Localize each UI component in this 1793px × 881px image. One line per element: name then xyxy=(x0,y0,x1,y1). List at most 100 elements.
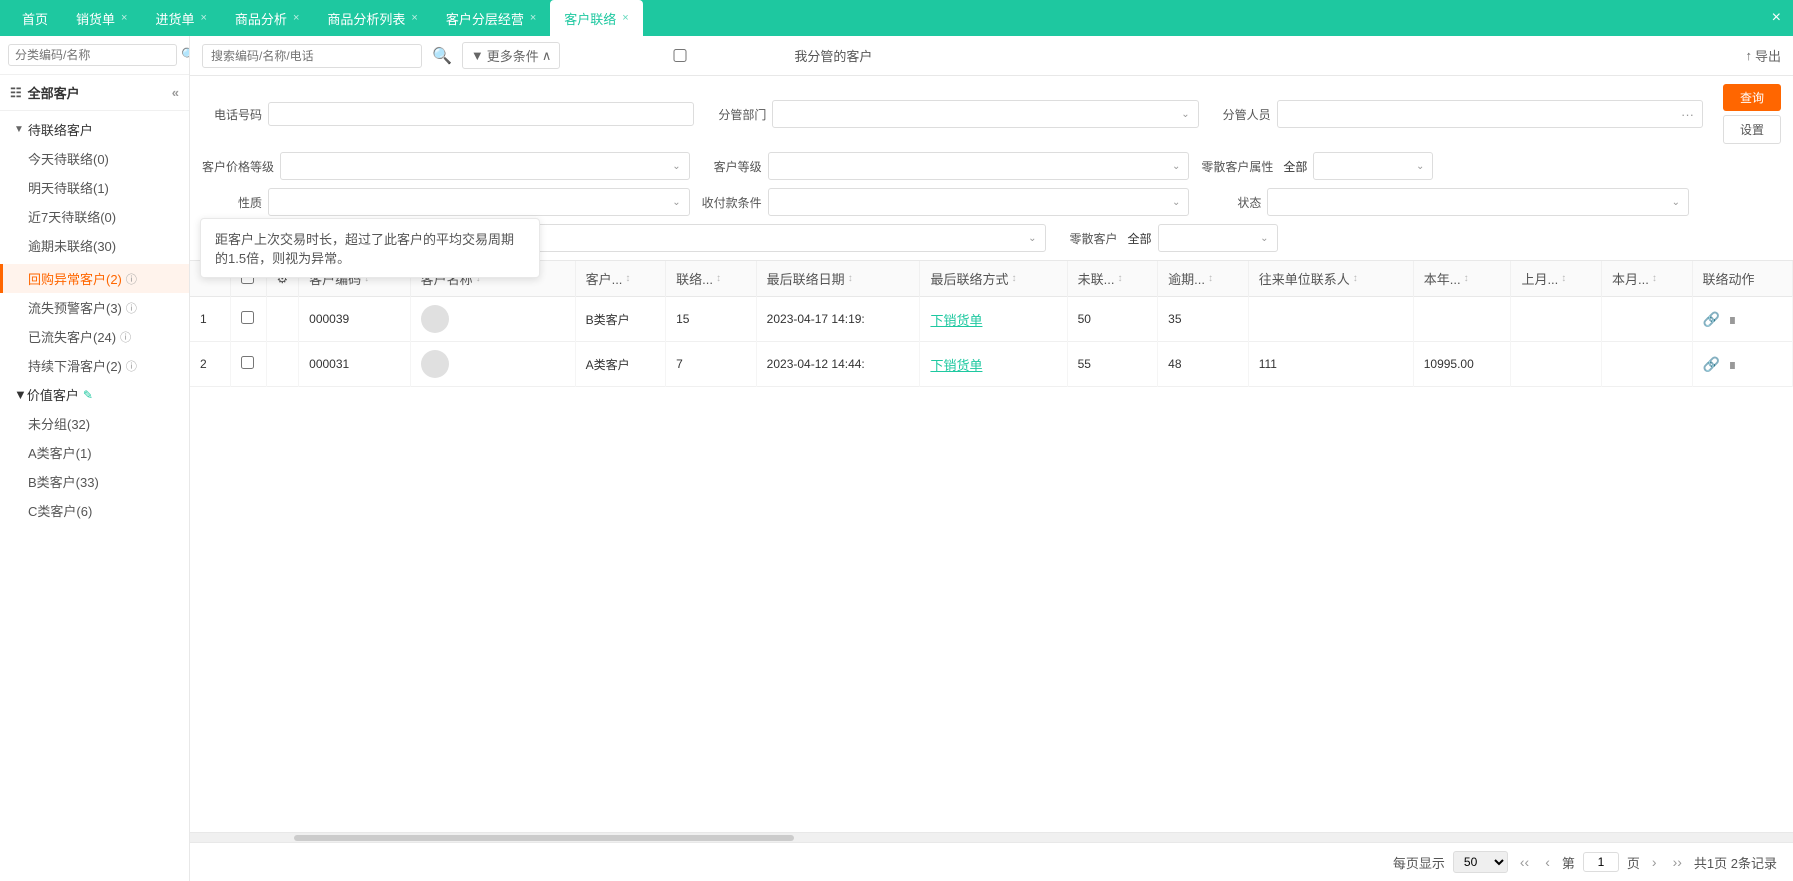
status-select[interactable]: ⌄ xyxy=(1267,188,1689,216)
help-icon-churn-warning[interactable]: ⓘ xyxy=(126,300,137,316)
sidebar-item-declining[interactable]: 持续下滑客户(2) ⓘ xyxy=(0,351,189,380)
retail-customer-select[interactable]: ⌄ xyxy=(1158,224,1278,252)
row1-contact-way-link[interactable]: 下销货单 xyxy=(930,313,982,328)
sidebar-item-today[interactable]: 今天待联络(0) xyxy=(0,144,189,173)
retail-attr-select[interactable]: ⌄ xyxy=(1313,152,1433,180)
row2-grid-action-icon[interactable]: ∎ xyxy=(1728,356,1737,373)
sort-contact-icon[interactable]: ↕ xyxy=(716,273,721,284)
collapse-sidebar-btn[interactable]: « xyxy=(172,85,179,100)
nature-select[interactable]: ⌄ xyxy=(268,188,690,216)
page-size-select[interactable]: 50 20 100 xyxy=(1453,851,1508,873)
nature-label: 性质 xyxy=(202,194,262,211)
col-pending[interactable]: 未联... ↕ xyxy=(1067,261,1158,297)
nav-tab-purchase[interactable]: 进货单 × xyxy=(141,0,220,36)
sidebar-item-overdue[interactable]: 逾期未联络(30) xyxy=(0,231,189,260)
payment-select[interactable]: ⌄ xyxy=(768,188,1190,216)
sidebar-item-tomorrow[interactable]: 明天待联络(1) xyxy=(0,173,189,202)
table-scroll-bar[interactable] xyxy=(190,832,1793,842)
sidebar-item-churn-warning[interactable]: 流失预警客户(3) ⓘ xyxy=(0,293,189,322)
close-purchase-tab[interactable]: × xyxy=(200,12,206,24)
customer-level-select[interactable]: ⌄ xyxy=(768,152,1190,180)
row2-contact-way-link[interactable]: 下销货单 xyxy=(930,358,982,373)
first-page-button[interactable]: ‹‹ xyxy=(1516,852,1533,872)
col-unit-contact[interactable]: 往来单位联系人 ↕ xyxy=(1248,261,1413,297)
col-this-month[interactable]: 本月... ↕ xyxy=(1601,261,1692,297)
price-level-label: 客户价格等级 xyxy=(202,158,274,175)
filter-actions: 查询 设置 xyxy=(1723,84,1781,144)
col-last-contact-date[interactable]: 最后联络日期 ↕ xyxy=(756,261,920,297)
col-overdue[interactable]: 逾期... ↕ xyxy=(1158,261,1249,297)
nav-tab-product-analysis[interactable]: 商品分析 × xyxy=(221,0,313,36)
sidebar-item-churned[interactable]: 已流失客户(24) ⓘ xyxy=(0,322,189,351)
my-customers-checkbox[interactable] xyxy=(570,49,790,62)
help-icon-declining[interactable]: ⓘ xyxy=(126,358,137,374)
sidebar-item-class-b[interactable]: B类客户(33) xyxy=(0,467,189,496)
phone-input[interactable] xyxy=(268,102,694,126)
col-category[interactable]: 客户... ↕ xyxy=(575,261,666,297)
row2-category: A类客户 xyxy=(575,342,666,387)
col-contact-count[interactable]: 联络... ↕ xyxy=(666,261,757,297)
close-customer-tier-tab[interactable]: × xyxy=(530,12,536,24)
scroll-thumb[interactable] xyxy=(294,835,794,841)
close-customer-contact-tab[interactable]: × xyxy=(622,12,628,24)
grid-icon: ☷ xyxy=(10,85,22,101)
sort-last-month-icon[interactable]: ↕ xyxy=(1561,273,1566,284)
sort-this-month-icon[interactable]: ↕ xyxy=(1652,273,1657,284)
col-last-contact-way[interactable]: 最后联络方式 ↕ xyxy=(920,261,1067,297)
filter-field-customer-level: 客户等级 ⌄ xyxy=(702,152,1190,180)
nav-tab-customer-contact[interactable]: 客户联络 × xyxy=(550,0,642,36)
col-last-month[interactable]: 上月... ↕ xyxy=(1511,261,1602,297)
sidebar-item-unclassified[interactable]: 未分组(32) xyxy=(0,409,189,438)
close-product-list-tab[interactable]: × xyxy=(411,12,417,24)
page-number-input[interactable] xyxy=(1583,852,1619,872)
sort-category-icon[interactable]: ↕ xyxy=(625,273,630,284)
my-customers-checkbox-label[interactable]: 我分管的客户 xyxy=(570,46,872,65)
sort-date-icon[interactable]: ↕ xyxy=(848,273,853,284)
edit-value-group-icon[interactable]: ✎ xyxy=(83,388,93,402)
help-icon-churned[interactable]: ⓘ xyxy=(120,329,131,345)
search-input[interactable] xyxy=(202,44,422,68)
close-product-analysis-tab[interactable]: × xyxy=(293,12,299,24)
sidebar-search-input[interactable] xyxy=(8,44,177,66)
prev-page-button[interactable]: ‹ xyxy=(1541,852,1554,872)
last-page-button[interactable]: ›› xyxy=(1669,852,1686,872)
help-icon-repurchase[interactable]: ⓘ xyxy=(126,271,137,287)
nav-tab-customer-tier[interactable]: 客户分层经营 × xyxy=(432,0,550,36)
dept-select[interactable]: ⌄ xyxy=(772,100,1198,128)
price-level-select[interactable]: ⌄ xyxy=(280,152,690,180)
person-select[interactable]: ··· xyxy=(1277,100,1703,128)
value-group-title[interactable]: ▼ 价值客户 ✎ xyxy=(0,380,189,409)
tooltip-box: 距客户上次交易时长，超过了此客户的平均交易周期的1.5倍，则视为异常。 xyxy=(200,218,540,278)
filter-search-icon[interactable]: 🔍 xyxy=(432,46,452,66)
col-this-year[interactable]: 本年... ↕ xyxy=(1413,261,1511,297)
sort-pending-icon[interactable]: ↕ xyxy=(1117,273,1122,284)
row1-checkbox-input[interactable] xyxy=(241,311,254,324)
nav-close-button[interactable]: × xyxy=(1772,9,1781,27)
nav-tab-sales[interactable]: 销货单 × xyxy=(62,0,141,36)
row2-link-action-icon[interactable]: 🔗 xyxy=(1703,356,1720,373)
pagination-bar: 每页显示 50 20 100 ‹‹ ‹ 第 页 › ›› 共1页 2条记录 xyxy=(190,842,1793,881)
sort-unit-contact-icon[interactable]: ↕ xyxy=(1353,273,1358,284)
row2-checkbox-input[interactable] xyxy=(241,356,254,369)
pending-contact-group-title[interactable]: ▼ 待联络客户 xyxy=(0,115,189,144)
row1-link-action-icon[interactable]: 🔗 xyxy=(1703,311,1720,328)
sidebar-item-class-c[interactable]: C类客户(6) xyxy=(0,496,189,525)
sort-overdue-icon[interactable]: ↕ xyxy=(1208,273,1213,284)
customer-type-select[interactable]: ⌄ xyxy=(480,224,1046,252)
more-conditions-button[interactable]: ▼ 更多条件 ∧ xyxy=(462,42,560,69)
sidebar-item-repurchase-abnormal[interactable]: 回购异常客户(2) ⓘ xyxy=(0,264,189,293)
sort-way-icon[interactable]: ↕ xyxy=(1011,273,1016,284)
close-sales-tab[interactable]: × xyxy=(121,12,127,24)
query-button[interactable]: 查询 xyxy=(1723,84,1781,111)
sidebar-item-class-a[interactable]: A类客户(1) xyxy=(0,438,189,467)
sidebar-search-icon[interactable]: 🔍 xyxy=(181,47,190,63)
all-customers-header[interactable]: ☷ 全部客户 « xyxy=(0,75,189,111)
nav-tab-product-list[interactable]: 商品分析列表 × xyxy=(313,0,431,36)
row1-grid-action-icon[interactable]: ∎ xyxy=(1728,311,1737,328)
sidebar-item-7days[interactable]: 近7天待联络(0) xyxy=(0,202,189,231)
export-button[interactable]: ↑ 导出 xyxy=(1745,46,1781,65)
next-page-button[interactable]: › xyxy=(1648,852,1661,872)
settings-button[interactable]: 设置 xyxy=(1723,115,1781,144)
sort-this-year-icon[interactable]: ↕ xyxy=(1464,273,1469,284)
nav-tab-home[interactable]: 首页 xyxy=(8,0,62,36)
